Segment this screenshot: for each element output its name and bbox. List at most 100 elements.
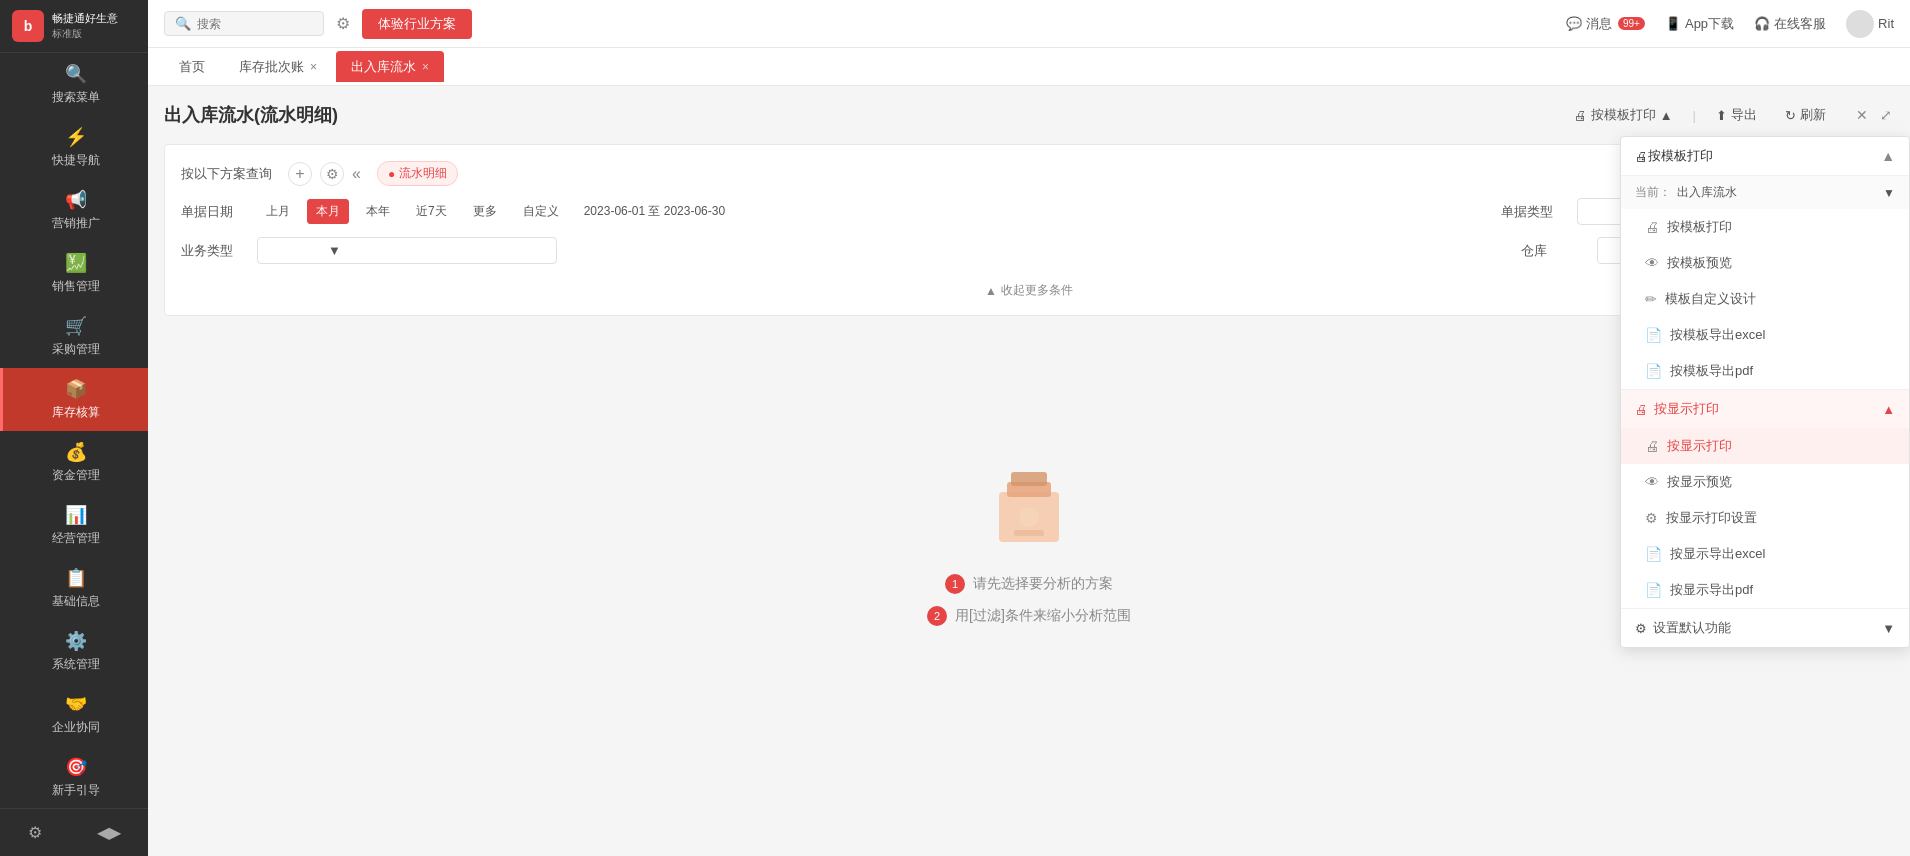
dropdown-item-template-custom[interactable]: ✏模板自定义设计 bbox=[1621, 281, 1909, 317]
step-2-num: 2 bbox=[927, 606, 947, 626]
print-display-icon: 🖨 bbox=[1635, 402, 1648, 417]
date-shortcut-7days[interactable]: 近7天 bbox=[407, 199, 456, 224]
template-preview-icon: 👁 bbox=[1645, 255, 1659, 271]
date-filter-label: 单据日期 bbox=[181, 203, 241, 221]
sidebar-item-operations[interactable]: 📊经营管理 bbox=[0, 494, 148, 557]
dropdown-item-template-preview[interactable]: 👁 按模板预览 bbox=[1621, 245, 1909, 281]
export-icon: ⬆ bbox=[1716, 108, 1727, 123]
template-print-label: 按模板打印 bbox=[1667, 218, 1732, 236]
page-title: 出入库流水(流水明细) bbox=[164, 103, 338, 127]
tab-close-batch[interactable]: × bbox=[310, 60, 317, 74]
search-input[interactable] bbox=[197, 17, 307, 31]
user-avatar-btn[interactable]: Rit bbox=[1846, 10, 1894, 38]
filter-gear-btn[interactable]: ⚙ bbox=[320, 162, 344, 186]
quick-nav-icon: ⚡ bbox=[65, 126, 87, 148]
biz-type-select[interactable]: ▼ bbox=[257, 237, 557, 264]
sidebar-item-collab[interactable]: 🤝 企业协同 bbox=[0, 683, 148, 746]
dropdown-template-section: 🖨 按模板打印 👁 按模板预览 ✏模板自定义设计📄按模板导出excel📄按模板导出pdf bbox=[1621, 209, 1909, 390]
sidebar-item-quick-nav[interactable]: ⚡快捷导航 bbox=[0, 116, 148, 179]
tab-flow[interactable]: 出入库流水× bbox=[336, 51, 444, 82]
marketing-icon: 📢 bbox=[65, 189, 87, 211]
date-shortcut-more[interactable]: 更多 bbox=[464, 199, 506, 224]
sidebar-item-search[interactable]: 🔍 搜索菜单 bbox=[0, 53, 148, 116]
dropdown-item-template-pdf[interactable]: 📄按模板导出pdf bbox=[1621, 353, 1909, 389]
sidebar-settings-btn[interactable]: ⚙ bbox=[20, 819, 50, 846]
tab-batch[interactable]: 库存批次账× bbox=[224, 51, 332, 82]
sidebar-item-label: 销售管理 bbox=[52, 278, 100, 295]
refresh-btn[interactable]: ↻ 刷新 bbox=[1777, 102, 1834, 128]
purchase-icon: 🛒 bbox=[65, 315, 87, 337]
template-preview-label: 按模板预览 bbox=[1667, 254, 1732, 272]
dropdown-item-display-preview[interactable]: 👁按显示预览 bbox=[1621, 464, 1909, 500]
sidebar-item-finance[interactable]: 💰资金管理 bbox=[0, 431, 148, 494]
sidebar-item-basic[interactable]: 📋基础信息 bbox=[0, 557, 148, 620]
empty-step-2: 2 用[过滤]条件来缩小分析范围 bbox=[927, 606, 1131, 626]
chevron-up-icon: ▲ bbox=[1660, 108, 1673, 123]
add-filter-btn[interactable]: + bbox=[288, 162, 312, 186]
message-icon: 💬 bbox=[1566, 16, 1582, 31]
dropdown-display-section: 🖨按显示打印👁按显示预览⚙按显示打印设置📄按显示导出excel 📄 按显示导出pdf bbox=[1621, 428, 1909, 609]
sidebar-bottom: ⚙ ◀▶ bbox=[0, 808, 148, 856]
chevron-down-icon: ▼ bbox=[1883, 186, 1895, 200]
dropdown-item-display-print[interactable]: 🖨按显示打印 bbox=[1621, 428, 1909, 464]
message-btn[interactable]: 💬 消息 99+ bbox=[1566, 15, 1645, 33]
template-excel-icon: 📄 bbox=[1645, 327, 1662, 343]
print-header-icon: 🖨 bbox=[1635, 149, 1648, 164]
avatar bbox=[1846, 10, 1874, 38]
export-btn[interactable]: ⬆ 导出 bbox=[1708, 102, 1765, 128]
finance-icon: 💰 bbox=[65, 441, 87, 463]
template-print-icon: 🖨 bbox=[1645, 219, 1659, 235]
sidebar-item-guide[interactable]: 🎯新手引导 bbox=[0, 746, 148, 808]
basic-icon: 📋 bbox=[65, 567, 87, 589]
sidebar-item-label: 企业协同 bbox=[52, 719, 100, 736]
online-service-btn[interactable]: 🎧 在线客服 bbox=[1754, 15, 1826, 33]
topbar-search-box[interactable]: 🔍 bbox=[164, 11, 324, 36]
sidebar-item-label: 搜索菜单 bbox=[52, 89, 100, 106]
tab-close-flow[interactable]: × bbox=[422, 60, 429, 74]
warehouse-label: 仓库 bbox=[1521, 242, 1581, 260]
sidebar-collapse-btn[interactable]: ◀▶ bbox=[89, 819, 129, 846]
dropdown-item-display-pdf[interactable]: 📄 按显示导出pdf bbox=[1621, 572, 1909, 608]
date-shortcut-this-year[interactable]: 本年 bbox=[357, 199, 399, 224]
message-badge: 99+ bbox=[1618, 17, 1645, 30]
headset-icon: 🎧 bbox=[1754, 16, 1770, 31]
content-area: 出入库流水(流水明细) 🖨 按模板打印 ▲ | ⬆ 导出 ↻ 刷新 ✕ bbox=[148, 86, 1910, 856]
dropdown-item-display-settings[interactable]: ⚙按显示打印设置 bbox=[1621, 500, 1909, 536]
filter-section-label: 按以下方案查询 bbox=[181, 165, 272, 183]
sidebar-item-inventory[interactable]: 📦库存核算 bbox=[0, 368, 148, 431]
collab-icon: 🤝 bbox=[65, 693, 87, 715]
dropdown-footer[interactable]: ⚙ 设置默认功能 ▼ bbox=[1621, 609, 1909, 647]
sidebar-item-marketing[interactable]: 📢营销推广 bbox=[0, 179, 148, 242]
search-icon: 🔍 bbox=[65, 63, 87, 85]
dropdown-header: 🖨 按模板打印 ▲ bbox=[1621, 137, 1909, 176]
sidebar-item-sales[interactable]: 💹销售管理 bbox=[0, 242, 148, 305]
chevron-up-icon[interactable]: ▲ bbox=[1881, 148, 1895, 164]
dropdown-item-display-excel[interactable]: 📄按显示导出excel bbox=[1621, 536, 1909, 572]
guide-icon: 🎯 bbox=[65, 756, 87, 778]
industry-btn[interactable]: 体验行业方案 bbox=[362, 9, 472, 39]
display-print-label: 按显示打印 bbox=[1667, 437, 1732, 455]
display-pdf-icon: 📄 bbox=[1645, 582, 1662, 598]
dropdown-current: 当前： 出入库流水 ▼ bbox=[1621, 176, 1909, 209]
collapse-more-btn[interactable]: ▲ 收起更多条件 bbox=[985, 282, 1073, 299]
dropdown-item-template-excel[interactable]: 📄按模板导出excel bbox=[1621, 317, 1909, 353]
dropdown-item-template-print[interactable]: 🖨 按模板打印 bbox=[1621, 209, 1909, 245]
dropdown-display-header[interactable]: 🖨 按显示打印 ▲ bbox=[1621, 390, 1909, 428]
date-shortcut-prev-month[interactable]: 上月 bbox=[257, 199, 299, 224]
print-template-btn[interactable]: 🖨 按模板打印 ▲ bbox=[1566, 102, 1681, 128]
topbar-gear-icon[interactable]: ⚙ bbox=[336, 14, 350, 33]
sidebar-item-label: 采购管理 bbox=[52, 341, 100, 358]
sidebar-item-purchase[interactable]: 🛒 采购管理 bbox=[0, 305, 148, 368]
tab-home[interactable]: 首页 bbox=[164, 51, 220, 82]
app-download-btn[interactable]: 📱 App下载 bbox=[1665, 15, 1734, 33]
filter-collapse-btn[interactable]: « bbox=[352, 165, 361, 183]
empty-illustration bbox=[979, 462, 1079, 562]
date-shortcut-custom[interactable]: 自定义 bbox=[514, 199, 568, 224]
display-pdf-label: 按显示导出pdf bbox=[1670, 581, 1753, 599]
sidebar-item-system[interactable]: ⚙️系统管理 bbox=[0, 620, 148, 683]
maximize-window-btn[interactable]: ⤢ bbox=[1878, 107, 1894, 123]
close-window-btn[interactable]: ✕ bbox=[1854, 107, 1870, 123]
filter-row-actions: + ⚙ « bbox=[288, 162, 361, 186]
date-shortcut-this-month[interactable]: 本月 bbox=[307, 199, 349, 224]
chevron-down-icon: ▼ bbox=[1882, 621, 1895, 636]
